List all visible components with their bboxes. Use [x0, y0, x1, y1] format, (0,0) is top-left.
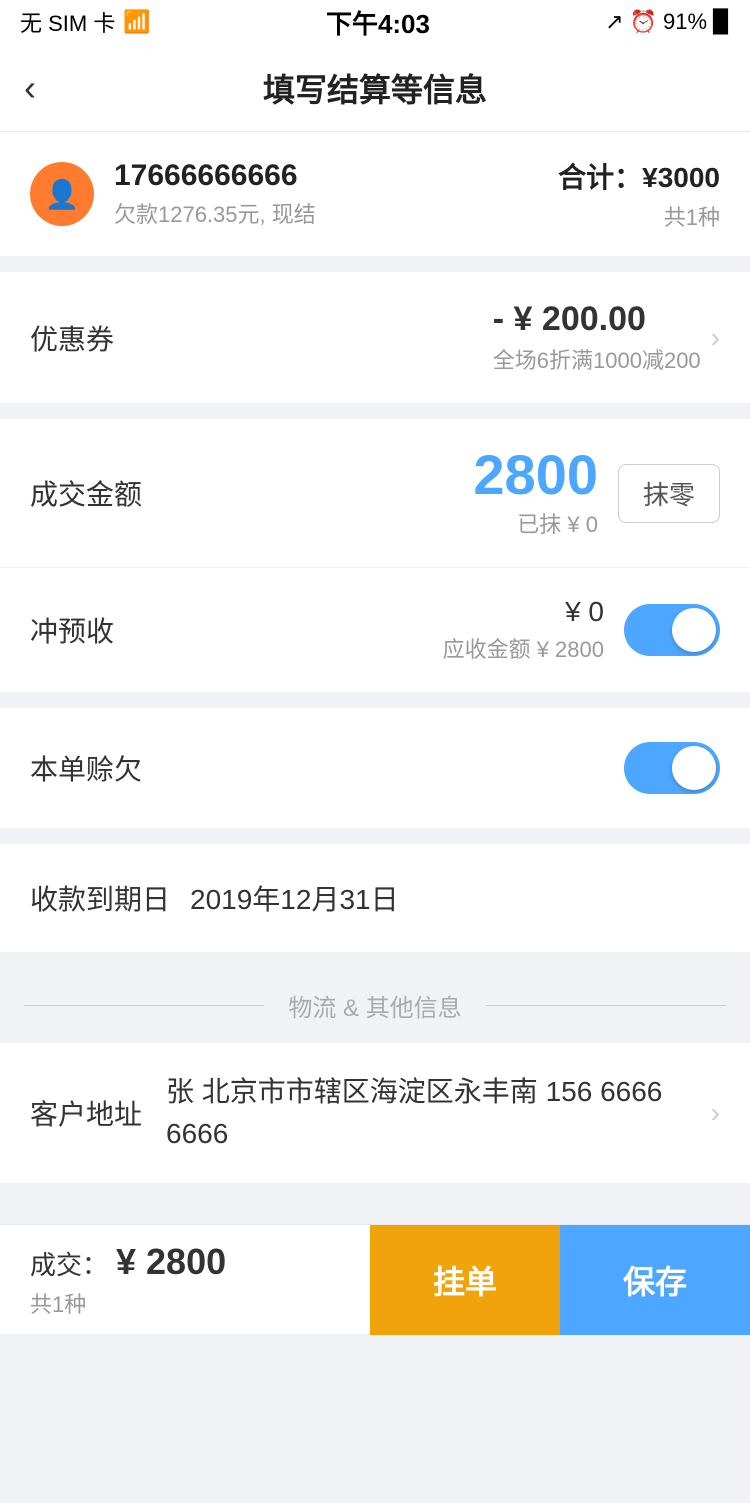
user-left: 👤 17666666666 欠款1276.35元, 现结: [30, 159, 316, 229]
coupon-amount: - ¥ 200.00: [493, 300, 701, 339]
page-title: 填写结算等信息: [263, 65, 487, 111]
pre-receive-label: 冲预收: [30, 610, 114, 650]
deal-section: 成交金额 2800 已抹 ¥ 0 抹零 冲预收 ¥ 0 应收金额 ¥ 2800: [0, 419, 750, 692]
nav-bar: ‹ 填写结算等信息: [0, 44, 750, 132]
coupon-label: 优惠券: [30, 318, 114, 358]
location-icon: ↗: [605, 9, 623, 35]
user-total: 合计：¥3000: [558, 156, 720, 196]
hold-button[interactable]: 挂单: [370, 1225, 560, 1335]
address-chevron-icon: ›: [711, 1097, 720, 1129]
pre-right: ¥ 0 应收金额 ¥ 2800: [443, 596, 720, 664]
battery-level: 91%: [663, 9, 707, 35]
toggle-knob: [672, 608, 716, 652]
deal-amount-sub: 已抹 ¥ 0: [473, 507, 598, 539]
user-phone: 17666666666: [114, 159, 316, 193]
debt-label: 本单赊欠: [30, 748, 142, 788]
user-right: 合计：¥3000 共1种: [558, 156, 720, 232]
bottom-bar: 成交： ¥ 2800 共1种 挂单 保存: [0, 1224, 750, 1334]
battery-icon: ▉: [713, 9, 730, 35]
deal-amount-value: 2800: [473, 447, 598, 503]
deal-amount-row: 成交金额 2800 已抹 ¥ 0 抹零: [0, 419, 750, 567]
due-date-value: 2019年12月31日: [190, 878, 399, 918]
status-time: 下午4:03: [326, 4, 430, 41]
divider-section: 物流 & 其他信息: [0, 968, 750, 1043]
sim-status: 无 SIM 卡: [20, 6, 115, 38]
divider-line-right: [486, 1005, 726, 1006]
debt-row: 本单赊欠: [0, 708, 750, 828]
coupon-info: - ¥ 200.00 全场6折满1000减200: [493, 300, 701, 375]
user-info: 17666666666 欠款1276.35元, 现结: [114, 159, 316, 229]
deal-right: 2800 已抹 ¥ 0 抹零: [473, 447, 720, 539]
debt-toggle[interactable]: [624, 742, 720, 794]
user-count: 共1种: [558, 200, 720, 232]
debt-toggle-knob: [672, 746, 716, 790]
wifi-icon: 📶: [123, 9, 150, 35]
status-left: 无 SIM 卡 📶: [20, 6, 151, 38]
back-button[interactable]: ‹: [24, 67, 36, 109]
due-date-row: 收款到期日 2019年12月31日: [0, 844, 750, 952]
round-zero-button[interactable]: 抹零: [618, 464, 720, 523]
due-date-label: 收款到期日: [30, 878, 170, 918]
chevron-right-icon: ›: [711, 322, 720, 354]
status-bar: 无 SIM 卡 📶 下午4:03 ↗ ⏰ 91% ▉: [0, 0, 750, 44]
bottom-deal-line: 成交： ¥ 2800: [30, 1241, 340, 1283]
coupon-right: - ¥ 200.00 全场6折满1000减200 ›: [493, 300, 720, 375]
pre-amount: ¥ 0: [443, 596, 604, 628]
pre-receive-row: 冲预收 ¥ 0 应收金额 ¥ 2800: [0, 567, 750, 692]
divider-line-left: [24, 1005, 264, 1006]
alarm-icon: ⏰: [630, 9, 657, 35]
avatar-icon: 👤: [45, 178, 80, 211]
divider-text: 物流 & 其他信息: [288, 988, 461, 1023]
bottom-count: 共1种: [30, 1287, 340, 1319]
coupon-desc: 全场6折满1000减200: [493, 343, 701, 375]
avatar: 👤: [30, 162, 94, 226]
address-value: 张 北京市市辖区海淀区永丰南 156 6666 6666: [166, 1071, 711, 1155]
bottom-summary: 成交： ¥ 2800 共1种: [0, 1241, 370, 1319]
bottom-deal-amount: ¥ 2800: [116, 1241, 226, 1283]
deal-amount-label: 成交金额: [30, 473, 142, 513]
user-card: 👤 17666666666 欠款1276.35元, 现结 合计：¥3000 共1…: [0, 132, 750, 256]
save-button[interactable]: 保存: [560, 1225, 750, 1335]
address-label: 客户地址: [30, 1093, 142, 1133]
pre-sub: 应收金额 ¥ 2800: [443, 632, 604, 664]
pre-receive-toggle[interactable]: [624, 604, 720, 656]
address-row[interactable]: 客户地址 张 北京市市辖区海淀区永丰南 156 6666 6666 ›: [0, 1043, 750, 1183]
pre-amount-block: ¥ 0 应收金额 ¥ 2800: [443, 596, 604, 664]
status-right: ↗ ⏰ 91% ▉: [605, 9, 730, 35]
coupon-row[interactable]: 优惠券 - ¥ 200.00 全场6折满1000减200 ›: [0, 272, 750, 403]
bottom-deal-label: 成交：: [30, 1245, 108, 1282]
user-debt: 欠款1276.35元, 现结: [114, 197, 316, 229]
deal-amount-block: 2800 已抹 ¥ 0: [473, 447, 598, 539]
